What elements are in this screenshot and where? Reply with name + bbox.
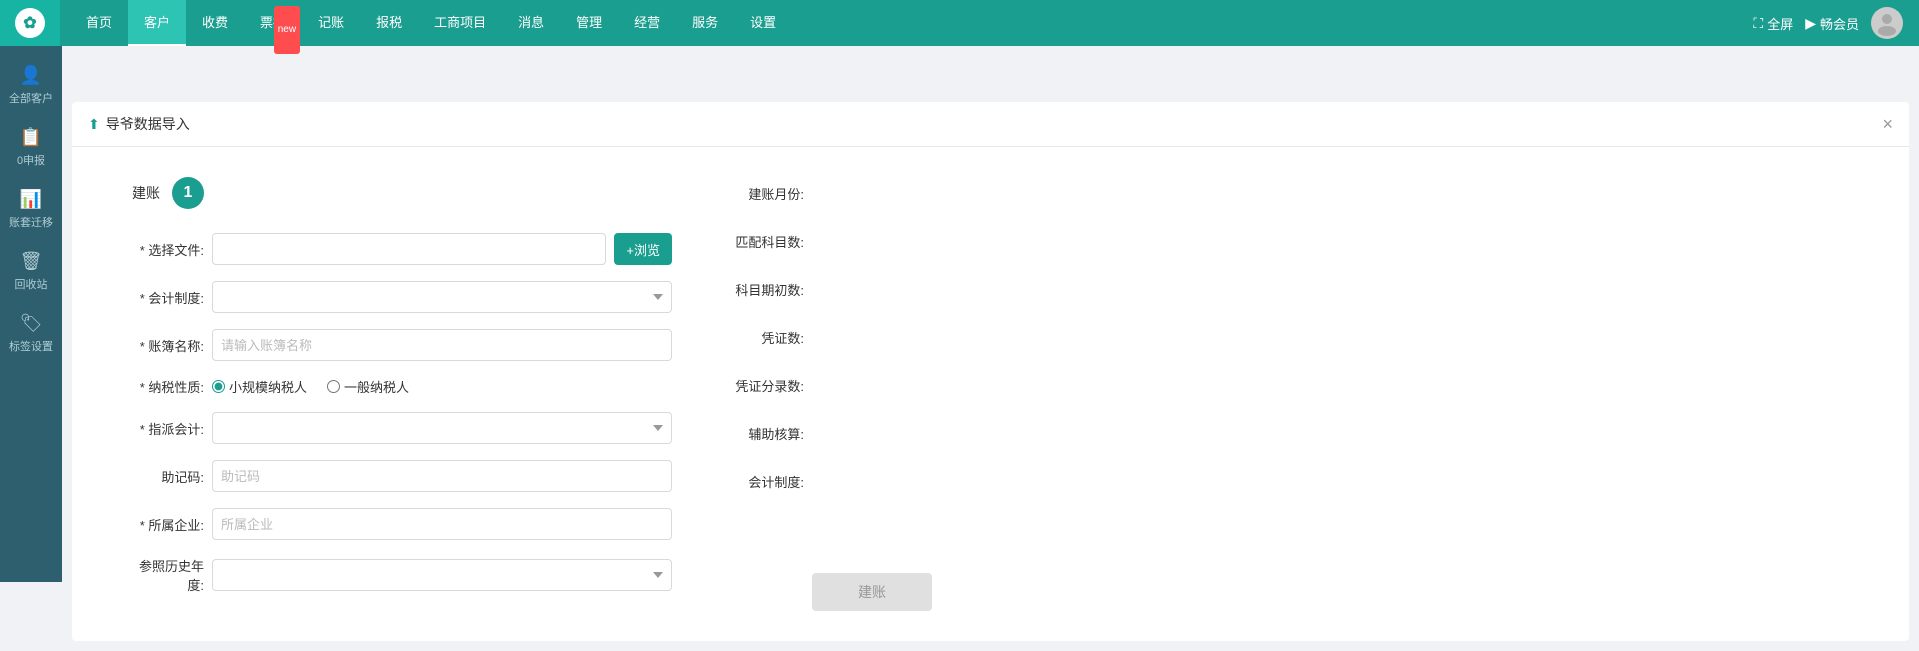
match-subjects-row: 匹配科目数: [712, 225, 1849, 257]
nav-items: 首页 客户 收费 票据 new 记账 报税 工商项目 消息 管理 经营 服务 设… [60, 0, 1753, 46]
company-label: * 所属企业: [132, 515, 212, 534]
company-input[interactable] [212, 508, 672, 540]
upload-icon: ⬆ [88, 116, 100, 133]
migrate-icon: 📊 [20, 188, 42, 210]
nav-settings[interactable]: 设置 [734, 0, 792, 46]
nav-right: ⛶ 全屏 ▶ 畅会员 [1753, 7, 1919, 39]
member-btn[interactable]: ▶ 畅会员 [1805, 14, 1859, 33]
sidebar-item-zero-declare[interactable]: 📋 0申报 [0, 116, 62, 178]
dialog-title: ⬆ 导爷数据导入 [88, 114, 190, 134]
aux-accounting-label: 辅助核算: [712, 424, 812, 443]
ledger-name-row: * 账簿名称: [132, 329, 672, 361]
memo-code-label: 助记码: [132, 467, 212, 486]
tax-type-radio-group: 小规模纳税人 一般纳税人 [212, 377, 672, 396]
accounting-system-label: * 会计制度: [132, 288, 212, 307]
browse-button[interactable]: +浏览 [614, 233, 672, 265]
nav-tickets[interactable]: 票据 new [244, 0, 302, 46]
accounting-system-row: * 会计制度: [132, 281, 672, 313]
general-taxpayer-radio[interactable] [327, 380, 340, 393]
nav-accounting[interactable]: 记账 [302, 0, 360, 46]
aux-accounting-row: 辅助核算: [712, 417, 1849, 449]
avatar[interactable] [1871, 7, 1903, 39]
memo-code-input[interactable] [212, 460, 672, 492]
sidebar-item-migrate[interactable]: 📊 账套迁移 [0, 178, 62, 240]
nav-customers[interactable]: 客户 [128, 0, 186, 46]
account-month-label: 建账月份: [712, 184, 812, 203]
nav-business[interactable]: 工商项目 [418, 0, 502, 46]
fullscreen-icon: ⛶ [1753, 15, 1763, 32]
info-accounting-system-row: 会计制度: [712, 465, 1849, 497]
voucher-row: 凭证数: [712, 321, 1849, 353]
dialog-header: ⬆ 导爷数据导入 × [72, 102, 1909, 147]
match-subjects-label: 匹配科目数: [712, 232, 812, 251]
file-select-row: * 选择文件: +浏览 [132, 233, 672, 265]
ledger-name-label: * 账簿名称: [132, 336, 212, 355]
sidebar-item-labels[interactable]: 🏷 标签设置 [0, 302, 62, 364]
voucher-label: 凭证数: [712, 328, 812, 347]
history-year-select[interactable] [212, 559, 672, 591]
step-circle: 1 [172, 177, 204, 209]
step-label: 建账 [132, 183, 160, 203]
nav-home[interactable]: 首页 [70, 0, 128, 46]
assign-accountant-label: * 指派会计: [132, 419, 212, 438]
period-initial-row: 科目期初数: [712, 273, 1849, 305]
nav-billing[interactable]: 收费 [186, 0, 244, 46]
form-section: 建账 1 * 选择文件: +浏览 * 会计制度: [132, 177, 672, 611]
assign-accountant-row: * 指派会计: [132, 412, 672, 444]
create-account-button[interactable]: 建账 [812, 573, 932, 611]
history-year-label: 参照历史年度: [132, 556, 212, 594]
file-input-row: +浏览 [212, 233, 672, 265]
ledger-name-input[interactable] [212, 329, 672, 361]
app-logo: ✿ [15, 8, 45, 38]
info-accounting-system-label: 会计制度: [712, 472, 812, 491]
history-year-row: 参照历史年度: [132, 556, 672, 594]
company-row: * 所属企业: [132, 508, 672, 540]
nav-manage[interactable]: 管理 [560, 0, 618, 46]
labels-icon: 🏷 [20, 312, 42, 334]
play-icon: ▶ [1805, 15, 1816, 32]
sidebar-item-all-customers[interactable]: 👤 全部客户 [0, 54, 62, 116]
all-customers-icon: 👤 [20, 64, 42, 86]
sidebar: 👤 全部客户 📋 0申报 📊 账套迁移 🗑 回收站 🏷 标签设置 [0, 46, 62, 582]
assign-accountant-select[interactable] [212, 412, 672, 444]
main-content: ⬆ 导爷数据导入 × 建账 1 * 选择文件: +浏览 [62, 92, 1919, 651]
period-initial-label: 科目期初数: [712, 280, 812, 299]
small-taxpayer-radio[interactable] [212, 380, 225, 393]
account-month-row: 建账月份: [712, 177, 1849, 209]
small-taxpayer-option[interactable]: 小规模纳税人 [212, 377, 307, 396]
info-section: 建账月份: 匹配科目数: 科目期初数: 凭证数: 凭证分录数: [672, 177, 1849, 611]
accounting-system-select[interactable] [212, 281, 672, 313]
logo-area[interactable]: ✿ [0, 0, 60, 46]
file-path-input[interactable] [212, 233, 606, 265]
file-label: * 选择文件: [132, 240, 212, 259]
step-header: 建账 1 [132, 177, 672, 209]
memo-code-row: 助记码: [132, 460, 672, 492]
zero-declare-icon: 📋 [20, 126, 42, 148]
dialog-body: 建账 1 * 选择文件: +浏览 * 会计制度: [72, 147, 1909, 641]
sidebar-item-recycle[interactable]: 🗑 回收站 [0, 240, 62, 302]
nav-tax[interactable]: 报税 [360, 0, 418, 46]
nav-operation[interactable]: 经营 [618, 0, 676, 46]
nav-message[interactable]: 消息 [502, 0, 560, 46]
close-button[interactable]: × [1882, 115, 1893, 133]
new-badge: new [274, 6, 300, 54]
top-nav: ✿ 首页 客户 收费 票据 new 记账 报税 工商项目 消息 管理 经营 服务… [0, 0, 1919, 46]
voucher-entries-label: 凭证分录数: [712, 376, 812, 395]
general-taxpayer-option[interactable]: 一般纳税人 [327, 377, 409, 396]
voucher-entries-row: 凭证分录数: [712, 369, 1849, 401]
recycle-icon: 🗑 [20, 250, 42, 272]
fullscreen-btn[interactable]: ⛶ 全屏 [1753, 14, 1793, 33]
nav-service[interactable]: 服务 [676, 0, 734, 46]
import-dialog: ⬆ 导爷数据导入 × 建账 1 * 选择文件: +浏览 [72, 102, 1909, 641]
tax-type-label: * 纳税性质: [132, 377, 212, 396]
tax-type-row: * 纳税性质: 小规模纳税人 一般纳税人 [132, 377, 672, 396]
